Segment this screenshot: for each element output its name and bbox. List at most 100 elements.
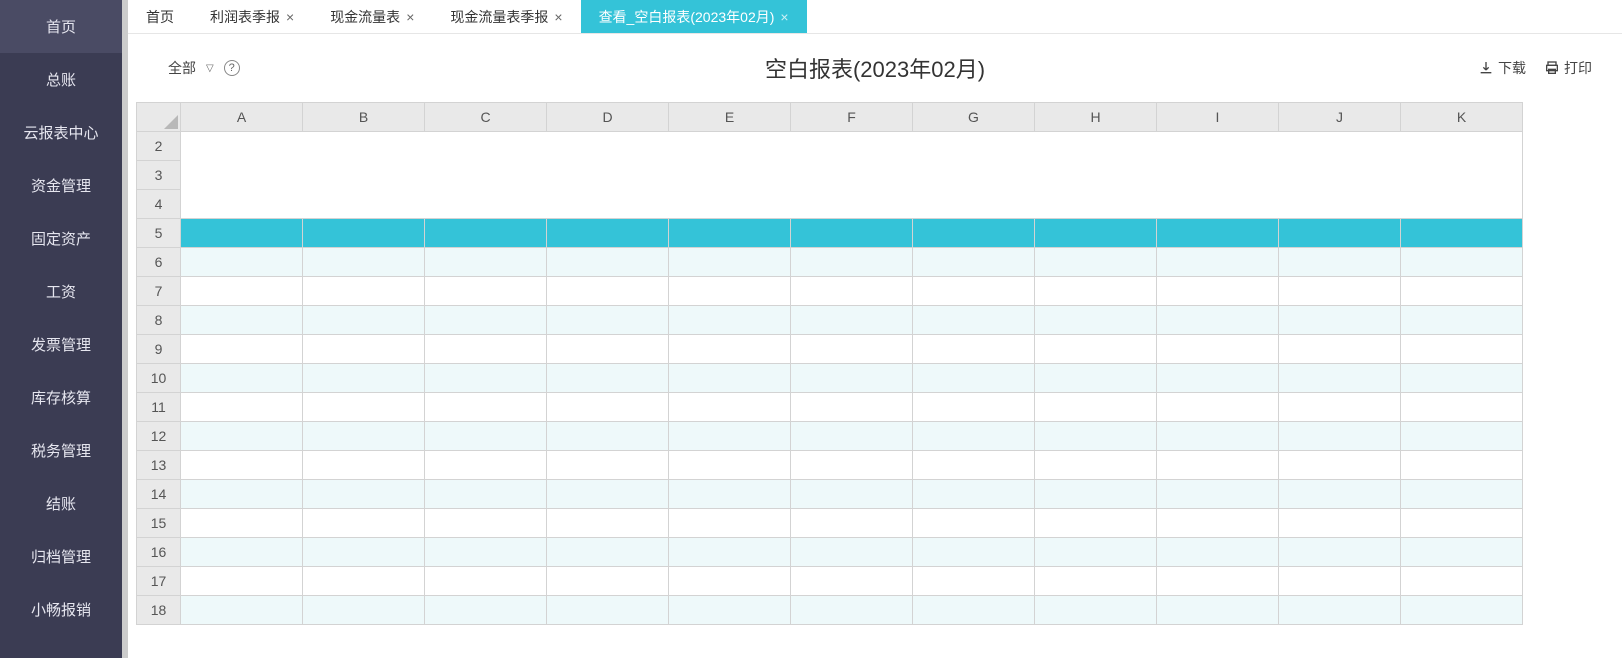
cell-K13[interactable]: [1401, 451, 1523, 480]
cell-D16[interactable]: [547, 538, 669, 567]
row-header-7[interactable]: 7: [137, 277, 181, 306]
sidebar-item-10[interactable]: 归档管理: [0, 530, 122, 583]
cell-G17[interactable]: [913, 567, 1035, 596]
cell-I15[interactable]: [1157, 509, 1279, 538]
cell-C16[interactable]: [425, 538, 547, 567]
cell-B9[interactable]: [303, 335, 425, 364]
cell-E7[interactable]: [669, 277, 791, 306]
cell-B18[interactable]: [303, 596, 425, 625]
cell-G5[interactable]: [913, 219, 1035, 248]
cell-K8[interactable]: [1401, 306, 1523, 335]
cell-D11[interactable]: [547, 393, 669, 422]
cell-F5[interactable]: [791, 219, 913, 248]
cell-F18[interactable]: [791, 596, 913, 625]
help-icon[interactable]: ?: [224, 60, 240, 76]
cell-E18[interactable]: [669, 596, 791, 625]
cell-C6[interactable]: [425, 248, 547, 277]
cell-I14[interactable]: [1157, 480, 1279, 509]
cell-D5[interactable]: [547, 219, 669, 248]
cell-K11[interactable]: [1401, 393, 1523, 422]
cell-H9[interactable]: [1035, 335, 1157, 364]
cell-B12[interactable]: [303, 422, 425, 451]
filter-dropdown[interactable]: 全部 ▽ ?: [168, 58, 240, 78]
cell-H6[interactable]: [1035, 248, 1157, 277]
cell-I9[interactable]: [1157, 335, 1279, 364]
cell-C17[interactable]: [425, 567, 547, 596]
cell-J12[interactable]: [1279, 422, 1401, 451]
cell-C18[interactable]: [425, 596, 547, 625]
cell-E12[interactable]: [669, 422, 791, 451]
cell-H7[interactable]: [1035, 277, 1157, 306]
cell-K9[interactable]: [1401, 335, 1523, 364]
cell-D18[interactable]: [547, 596, 669, 625]
column-header-B[interactable]: B: [303, 103, 425, 132]
cell-C10[interactable]: [425, 364, 547, 393]
cell-J8[interactable]: [1279, 306, 1401, 335]
cell-G15[interactable]: [913, 509, 1035, 538]
cell-A17[interactable]: [181, 567, 303, 596]
cell-G12[interactable]: [913, 422, 1035, 451]
cell-G8[interactable]: [913, 306, 1035, 335]
row-header-12[interactable]: 12: [137, 422, 181, 451]
cell-B7[interactable]: [303, 277, 425, 306]
cell-H14[interactable]: [1035, 480, 1157, 509]
cell-G13[interactable]: [913, 451, 1035, 480]
cell-D12[interactable]: [547, 422, 669, 451]
row-header-9[interactable]: 9: [137, 335, 181, 364]
cell-D10[interactable]: [547, 364, 669, 393]
cell-J7[interactable]: [1279, 277, 1401, 306]
cell-K16[interactable]: [1401, 538, 1523, 567]
cell-F6[interactable]: [791, 248, 913, 277]
cell-J9[interactable]: [1279, 335, 1401, 364]
row-header-17[interactable]: 17: [137, 567, 181, 596]
spreadsheet-container[interactable]: ABCDEFGHIJK23456789101112131415161718: [128, 102, 1622, 658]
cell-H10[interactable]: [1035, 364, 1157, 393]
cell-E15[interactable]: [669, 509, 791, 538]
cell-K17[interactable]: [1401, 567, 1523, 596]
cell-E16[interactable]: [669, 538, 791, 567]
sidebar-item-1[interactable]: 总账: [0, 53, 122, 106]
row-header-3[interactable]: 3: [137, 161, 181, 190]
cell-I13[interactable]: [1157, 451, 1279, 480]
close-icon[interactable]: ×: [406, 9, 414, 25]
cell-K10[interactable]: [1401, 364, 1523, 393]
cell-H5[interactable]: [1035, 219, 1157, 248]
sidebar-item-6[interactable]: 发票管理: [0, 318, 122, 371]
tab-4[interactable]: 查看_空白报表(2023年02月)×: [581, 0, 807, 33]
tab-0[interactable]: 首页: [128, 0, 192, 33]
cell-H15[interactable]: [1035, 509, 1157, 538]
cell-B5[interactable]: [303, 219, 425, 248]
cell-C13[interactable]: [425, 451, 547, 480]
column-header-E[interactable]: E: [669, 103, 791, 132]
cell-C14[interactable]: [425, 480, 547, 509]
column-header-J[interactable]: J: [1279, 103, 1401, 132]
row-header-14[interactable]: 14: [137, 480, 181, 509]
close-icon[interactable]: ×: [780, 9, 788, 25]
cell-C12[interactable]: [425, 422, 547, 451]
tab-2[interactable]: 现金流量表×: [312, 0, 432, 33]
cell-K18[interactable]: [1401, 596, 1523, 625]
cell-B16[interactable]: [303, 538, 425, 567]
cell-F15[interactable]: [791, 509, 913, 538]
cell-G11[interactable]: [913, 393, 1035, 422]
sidebar-item-5[interactable]: 工资: [0, 265, 122, 318]
cell-J5[interactable]: [1279, 219, 1401, 248]
cell-A13[interactable]: [181, 451, 303, 480]
cell-D6[interactable]: [547, 248, 669, 277]
row-header-13[interactable]: 13: [137, 451, 181, 480]
cell-G7[interactable]: [913, 277, 1035, 306]
row-header-11[interactable]: 11: [137, 393, 181, 422]
sidebar-item-8[interactable]: 税务管理: [0, 424, 122, 477]
cell-I5[interactable]: [1157, 219, 1279, 248]
print-button[interactable]: 打印: [1544, 58, 1592, 78]
cell-C9[interactable]: [425, 335, 547, 364]
cell-G16[interactable]: [913, 538, 1035, 567]
cell-J18[interactable]: [1279, 596, 1401, 625]
row-header-6[interactable]: 6: [137, 248, 181, 277]
cell-K12[interactable]: [1401, 422, 1523, 451]
cell-G9[interactable]: [913, 335, 1035, 364]
cell-E13[interactable]: [669, 451, 791, 480]
close-icon[interactable]: ×: [286, 9, 294, 25]
cell-E10[interactable]: [669, 364, 791, 393]
cell-F10[interactable]: [791, 364, 913, 393]
